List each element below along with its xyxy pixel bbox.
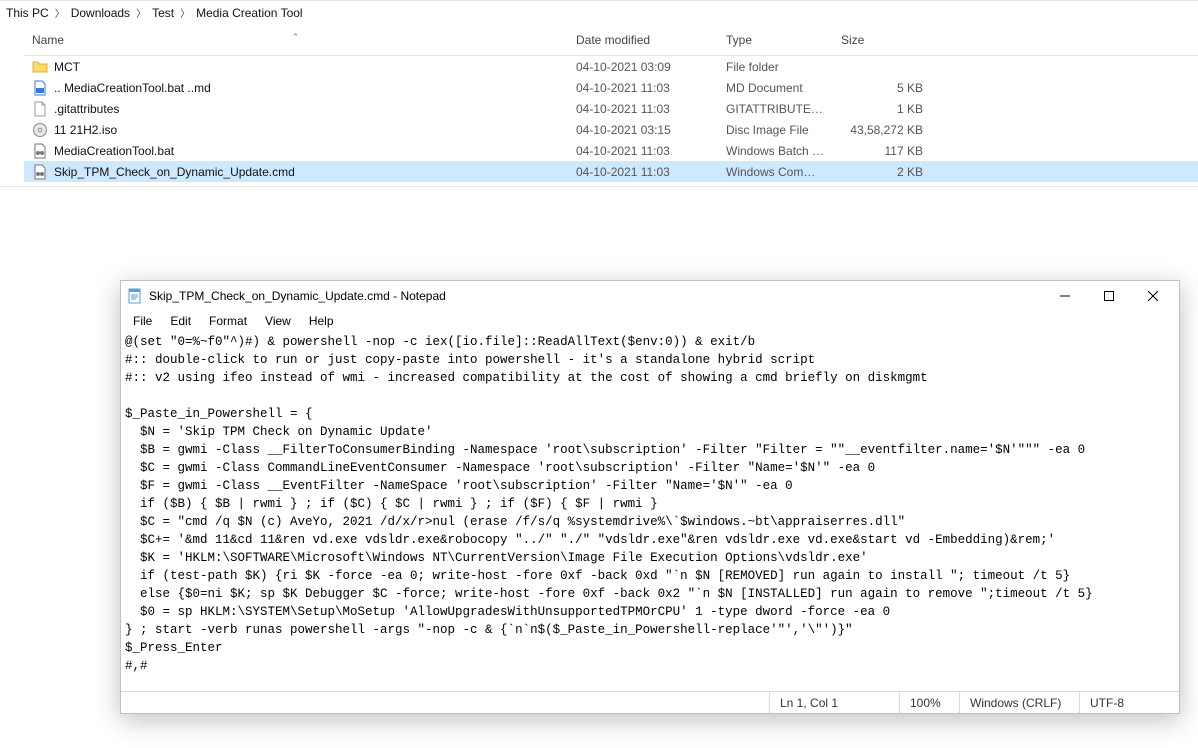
notepad-icon xyxy=(127,288,143,304)
maximize-button[interactable] xyxy=(1087,281,1131,311)
file-size: 5 KB xyxy=(833,81,931,95)
file-date: 04-10-2021 11:03 xyxy=(568,144,718,158)
breadcrumb-item[interactable]: Downloads xyxy=(71,6,130,20)
breadcrumb-item[interactable]: This PC xyxy=(6,6,49,20)
file-date: 04-10-2021 03:09 xyxy=(568,60,718,74)
file-row[interactable]: MCT 04-10-2021 03:09File folder xyxy=(24,56,1198,77)
file-row[interactable]: .gitattributes 04-10-2021 11:03GITATTRIBU… xyxy=(24,98,1198,119)
column-header-name[interactable]: Name ⌃ xyxy=(24,33,568,47)
bat-icon xyxy=(32,143,48,159)
file-type: File folder xyxy=(718,60,833,74)
column-header-type[interactable]: Type xyxy=(718,33,833,47)
menu-bar: File Edit Format View Help xyxy=(121,311,1179,331)
column-headers: Name ⌃ Date modified Type Size xyxy=(24,24,1198,56)
notepad-window: Skip_TPM_Check_on_Dynamic_Update.cmd - N… xyxy=(120,280,1180,714)
close-button[interactable] xyxy=(1131,281,1175,311)
file-name: 11 21H2.iso xyxy=(54,123,117,137)
file-size: 43,58,272 KB xyxy=(833,123,931,137)
file-date: 04-10-2021 11:03 xyxy=(568,81,718,95)
file-list-pane: Name ⌃ Date modified Type Size MCT 04-10-… xyxy=(0,24,1198,186)
file-size: 117 KB xyxy=(833,144,931,158)
menu-view[interactable]: View xyxy=(257,313,299,329)
file-name: Skip_TPM_Check_on_Dynamic_Update.cmd xyxy=(54,165,295,179)
file-name: MediaCreationTool.bat xyxy=(54,144,174,158)
titlebar[interactable]: Skip_TPM_Check_on_Dynamic_Update.cmd - N… xyxy=(121,281,1179,311)
menu-help[interactable]: Help xyxy=(301,313,342,329)
file-name: MCT xyxy=(54,60,80,74)
window-title: Skip_TPM_Check_on_Dynamic_Update.cmd - N… xyxy=(149,289,1043,303)
generic-icon xyxy=(32,101,48,117)
status-line-ending: Windows (CRLF) xyxy=(959,692,1079,713)
column-label: Name xyxy=(32,33,64,47)
file-row[interactable]: Skip_TPM_Check_on_Dynamic_Update.cmd 04-1… xyxy=(24,161,1198,182)
breadcrumb-item[interactable]: Test xyxy=(152,6,174,20)
minimize-button[interactable] xyxy=(1043,281,1087,311)
column-header-size[interactable]: Size xyxy=(833,33,931,47)
sort-ascending-icon: ⌃ xyxy=(292,32,300,43)
chevron-right-icon: 〉 xyxy=(55,5,65,20)
file-date: 04-10-2021 03:15 xyxy=(568,123,718,137)
column-header-date[interactable]: Date modified xyxy=(568,33,718,47)
menu-edit[interactable]: Edit xyxy=(162,313,199,329)
status-bar: Ln 1, Col 1 100% Windows (CRLF) UTF-8 xyxy=(121,691,1179,713)
file-type: GITATTRIBUTES File xyxy=(718,102,833,116)
chevron-right-icon: 〉 xyxy=(136,5,146,20)
breadcrumb-item[interactable]: Media Creation Tool xyxy=(196,6,303,20)
file-type: Windows Comma... xyxy=(718,165,833,179)
menu-file[interactable]: File xyxy=(125,313,160,329)
iso-icon xyxy=(32,122,48,138)
file-type: Disc Image File xyxy=(718,123,833,137)
status-cursor-pos: Ln 1, Col 1 xyxy=(769,692,899,713)
file-date: 04-10-2021 11:03 xyxy=(568,102,718,116)
file-name: .gitattributes xyxy=(54,102,119,116)
file-row[interactable]: MediaCreationTool.bat 04-10-2021 11:03Win… xyxy=(24,140,1198,161)
chevron-right-icon: 〉 xyxy=(180,5,190,20)
file-type: Windows Batch File xyxy=(718,144,833,158)
file-type: MD Document xyxy=(718,81,833,95)
file-row[interactable]: 11 21H2.iso 04-10-2021 03:15Disc Image Fi… xyxy=(24,119,1198,140)
editor-content[interactable]: @(set "0=%~f0"^)#) & powershell -nop -c … xyxy=(121,331,1179,691)
menu-format[interactable]: Format xyxy=(201,313,255,329)
file-name: .. MediaCreationTool.bat ..md xyxy=(54,81,211,95)
file-explorer: This PC 〉 Downloads 〉 Test 〉 Media Creat… xyxy=(0,0,1198,187)
file-size: 1 KB xyxy=(833,102,931,116)
breadcrumb[interactable]: This PC 〉 Downloads 〉 Test 〉 Media Creat… xyxy=(0,0,1198,24)
status-encoding: UTF-8 xyxy=(1079,692,1179,713)
status-zoom: 100% xyxy=(899,692,959,713)
bat-icon xyxy=(32,164,48,180)
md-icon xyxy=(32,80,48,96)
folder-icon xyxy=(32,59,48,75)
file-date: 04-10-2021 11:03 xyxy=(568,165,718,179)
file-row[interactable]: .. MediaCreationTool.bat ..md 04-10-2021 … xyxy=(24,77,1198,98)
file-size: 2 KB xyxy=(833,165,931,179)
